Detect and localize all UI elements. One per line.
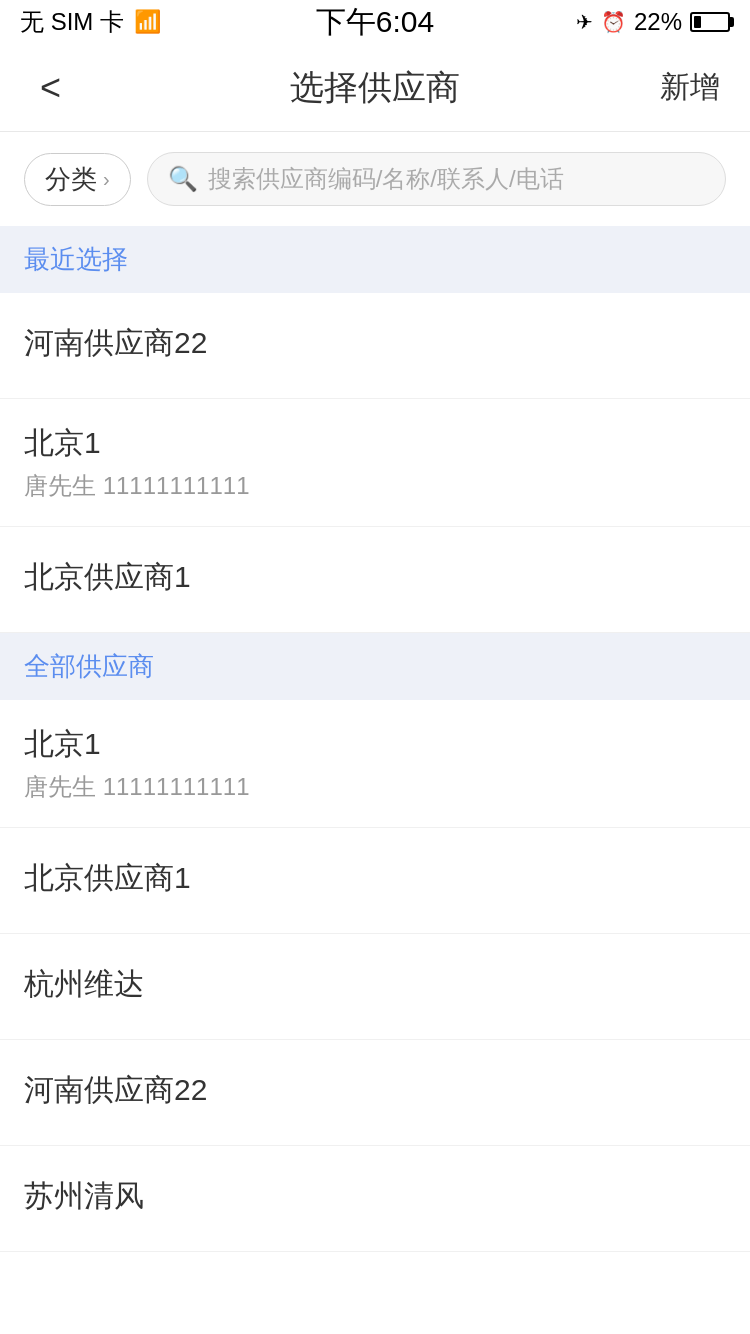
item-name: 苏州清风 (24, 1176, 726, 1217)
item-name: 河南供应商22 (24, 323, 726, 364)
list-item[interactable]: 北京1 唐先生 11111111111 (0, 700, 750, 828)
search-placeholder: 搜索供应商编码/名称/联系人/电话 (208, 163, 564, 195)
item-sub: 唐先生 11111111111 (24, 771, 726, 803)
item-sub: 唐先生 11111111111 (24, 470, 726, 502)
item-name: 北京1 (24, 724, 726, 765)
status-time: 下午6:04 (316, 2, 434, 43)
list-item[interactable]: 北京供应商1 (0, 527, 750, 633)
all-items-list: 北京1 唐先生 11111111111 北京供应商1 杭州维达 河南供应商22 … (0, 700, 750, 1252)
search-icon: 🔍 (168, 165, 198, 193)
item-name: 北京供应商1 (24, 858, 726, 899)
battery-indicator (690, 12, 730, 32)
location-icon: ✈ (576, 10, 593, 34)
recent-items-list: 河南供应商22 北京1 唐先生 11111111111 北京供应商1 (0, 293, 750, 633)
status-carrier: 无 SIM 卡 📶 (20, 6, 161, 38)
item-name: 河南供应商22 (24, 1070, 726, 1111)
all-section-header: 全部供应商 (0, 633, 750, 700)
list-item[interactable]: 杭州维达 (0, 934, 750, 1040)
category-label: 分类 (45, 162, 97, 197)
list-item[interactable]: 北京1 唐先生 11111111111 (0, 399, 750, 527)
nav-bar: < 选择供应商 新增 (0, 44, 750, 132)
status-right: ✈ ⏰ 22% (576, 8, 730, 36)
carrier-text: 无 SIM 卡 (20, 6, 124, 38)
item-name: 杭州维达 (24, 964, 726, 1005)
wifi-icon: 📶 (134, 9, 161, 35)
list-item[interactable]: 苏州清风 (0, 1146, 750, 1252)
page-title: 选择供应商 (290, 65, 460, 111)
battery-cap (730, 17, 734, 27)
list-item[interactable]: 河南供应商22 (0, 293, 750, 399)
add-button[interactable]: 新增 (660, 67, 720, 108)
battery-text: 22% (634, 8, 682, 36)
search-bar: 分类 › 🔍 搜索供应商编码/名称/联系人/电话 (0, 132, 750, 226)
item-name: 北京供应商1 (24, 557, 726, 598)
list-item[interactable]: 北京供应商1 (0, 828, 750, 934)
chevron-right-icon: › (103, 168, 110, 191)
item-name: 北京1 (24, 423, 726, 464)
alarm-icon: ⏰ (601, 10, 626, 34)
status-bar: 无 SIM 卡 📶 下午6:04 ✈ ⏰ 22% (0, 0, 750, 44)
category-button[interactable]: 分类 › (24, 153, 131, 206)
recent-section-header: 最近选择 (0, 226, 750, 293)
search-input-wrap[interactable]: 🔍 搜索供应商编码/名称/联系人/电话 (147, 152, 726, 206)
battery-fill (694, 16, 701, 28)
back-button[interactable]: < (30, 57, 71, 119)
list-item[interactable]: 河南供应商22 (0, 1040, 750, 1146)
